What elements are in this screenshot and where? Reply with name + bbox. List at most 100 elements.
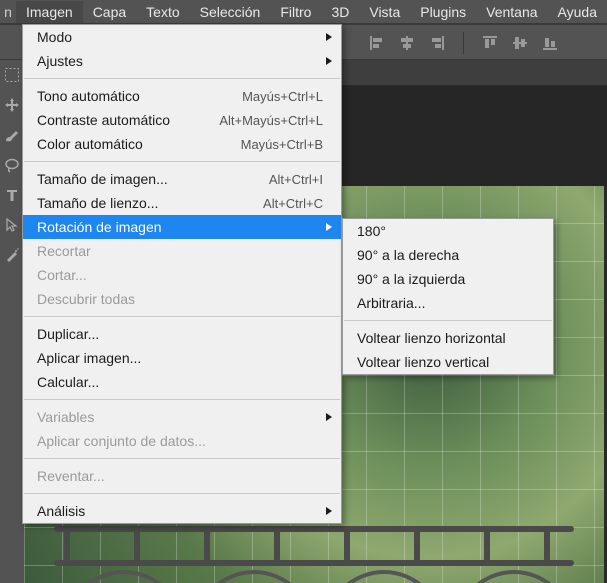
- image-menu-descubrir[interactable]: Descubrir todas: [23, 287, 341, 311]
- rotation-menu-arb[interactable]: Arbitraria...: [343, 291, 553, 315]
- menu-item-label: Cortar...: [37, 267, 323, 283]
- brush-tool-icon[interactable]: [0, 120, 24, 150]
- submenu-arrow-icon: [325, 222, 333, 232]
- lasso-tool-icon[interactable]: [0, 150, 24, 180]
- menu-separator: [24, 78, 340, 79]
- separator: [463, 32, 464, 54]
- menu-item-label: Ajustes: [37, 53, 323, 69]
- marquee-tool-icon[interactable]: [0, 60, 24, 90]
- menu-ventana[interactable]: Ventana: [476, 1, 547, 23]
- menu-item-label: Voltear lienzo vertical: [357, 354, 535, 370]
- image-menu-analisis[interactable]: Análisis: [23, 499, 341, 523]
- submenu-arrow-icon: [325, 32, 333, 42]
- menu-label: Texto: [146, 4, 179, 20]
- image-menu-dropdown: ModoAjustesTono automáticoMayús+Ctrl+LCo…: [22, 24, 342, 524]
- menu-item-label: Calcular...: [37, 374, 323, 390]
- menu-vista[interactable]: Vista: [359, 1, 410, 23]
- menu-item-shortcut: Mayús+Ctrl+B: [241, 137, 323, 152]
- menu-capa[interactable]: Capa: [83, 1, 136, 23]
- menu-label: Vista: [369, 4, 400, 20]
- menu-item-label: Recortar: [37, 243, 323, 259]
- menu-seleccion[interactable]: Selección: [190, 1, 271, 23]
- menu-item-label: Descubrir todas: [37, 291, 323, 307]
- menu-imagen[interactable]: Imagen: [16, 1, 83, 23]
- rotation-submenu: 180° 90° a la derecha 90° a la izquierda Ar…: [342, 218, 554, 375]
- menu-separator: [344, 320, 552, 321]
- menubar-truncated-left: n: [0, 0, 16, 24]
- menu-item-label: Modo: [37, 29, 323, 45]
- image-menu-modo[interactable]: Modo: [23, 25, 341, 49]
- menu-plugins[interactable]: Plugins: [410, 1, 476, 23]
- image-menu-variables[interactable]: Variables: [23, 405, 341, 429]
- menu-separator: [24, 399, 340, 400]
- menu-label: Ventana: [486, 4, 537, 20]
- image-menu-recortar[interactable]: Recortar: [23, 239, 341, 263]
- image-menu-contraste[interactable]: Contraste automáticoAlt+Mayús+Ctrl+L: [23, 108, 341, 132]
- align-bottom-icon[interactable]: [538, 31, 562, 55]
- rotation-menu-flipv[interactable]: Voltear lienzo vertical: [343, 350, 553, 374]
- image-menu-aplicar[interactable]: Aplicar imagen...: [23, 346, 341, 370]
- menubar: n Imagen Capa Texto Selección Filtro 3D …: [0, 0, 607, 24]
- align-middle-v-icon[interactable]: [508, 31, 532, 55]
- image-menu-color[interactable]: Color automáticoMayús+Ctrl+B: [23, 132, 341, 156]
- rotation-menu-180[interactable]: 180°: [343, 219, 553, 243]
- image-menu-rotacion[interactable]: Rotación de imagen: [23, 215, 341, 239]
- image-menu-datos[interactable]: Aplicar conjunto de datos...: [23, 429, 341, 453]
- menu-3d[interactable]: 3D: [321, 1, 359, 23]
- menu-item-label: 90° a la derecha: [357, 247, 535, 263]
- align-right-icon[interactable]: [425, 31, 449, 55]
- submenu-arrow-icon: [325, 506, 333, 516]
- alignment-icons: [365, 31, 562, 55]
- image-menu-duplicar[interactable]: Duplicar...: [23, 322, 341, 346]
- menu-separator: [24, 161, 340, 162]
- image-menu-ajustes[interactable]: Ajustes: [23, 49, 341, 73]
- menu-item-shortcut: Alt+Ctrl+I: [269, 172, 323, 187]
- menu-separator: [24, 493, 340, 494]
- menu-item-label: 90° a la izquierda: [357, 271, 535, 287]
- image-menu-tam_lienzo[interactable]: Tamaño de lienzo...Alt+Ctrl+C: [23, 191, 341, 215]
- menu-item-label: Arbitraria...: [357, 295, 535, 311]
- image-menu-tam_img[interactable]: Tamaño de imagen...Alt+Ctrl+I: [23, 167, 341, 191]
- menu-item-label: Color automático: [37, 136, 241, 152]
- menu-item-label: Duplicar...: [37, 326, 323, 342]
- rotation-menu-90cw[interactable]: 90° a la derecha: [343, 243, 553, 267]
- submenu-arrow-icon: [325, 412, 333, 422]
- menu-item-label: Análisis: [37, 503, 323, 519]
- menu-item-label: Variables: [37, 409, 323, 425]
- menu-ayuda[interactable]: Ayuda: [548, 1, 607, 23]
- menu-item-shortcut: Alt+Mayús+Ctrl+L: [219, 113, 323, 128]
- menu-label: 3D: [331, 4, 349, 20]
- menu-label: Ayuda: [558, 4, 597, 20]
- pointer-tool-icon[interactable]: [0, 210, 24, 240]
- image-menu-reventar[interactable]: Reventar...: [23, 464, 341, 488]
- menu-separator: [24, 316, 340, 317]
- menu-texto[interactable]: Texto: [136, 1, 189, 23]
- align-top-icon[interactable]: [478, 31, 502, 55]
- menu-item-label: 180°: [357, 223, 535, 239]
- menu-item-label: Tamaño de imagen...: [37, 171, 269, 187]
- menu-item-shortcut: Mayús+Ctrl+L: [242, 89, 323, 104]
- menu-separator: [24, 458, 340, 459]
- wand-tool-icon[interactable]: [0, 240, 24, 270]
- menu-filtro[interactable]: Filtro: [270, 1, 321, 23]
- image-menu-calcular[interactable]: Calcular...: [23, 370, 341, 394]
- rotation-menu-90ccw[interactable]: 90° a la izquierda: [343, 267, 553, 291]
- type-tool-icon[interactable]: [0, 180, 24, 210]
- app-root: n Imagen Capa Texto Selección Filtro 3D …: [0, 0, 607, 583]
- menu-item-label: Contraste automático: [37, 112, 219, 128]
- menu-item-shortcut: Alt+Ctrl+C: [263, 196, 323, 211]
- menu-item-label: Voltear lienzo horizontal: [357, 330, 535, 346]
- image-menu-cortar[interactable]: Cortar...: [23, 263, 341, 287]
- menu-label: Capa: [93, 4, 126, 20]
- move-tool-icon[interactable]: [0, 90, 24, 120]
- rotation-menu-fliph[interactable]: Voltear lienzo horizontal: [343, 326, 553, 350]
- align-center-h-icon[interactable]: [395, 31, 419, 55]
- menu-item-label: Reventar...: [37, 468, 323, 484]
- menu-item-label: Tono automático: [37, 88, 242, 104]
- menu-label: Selección: [200, 4, 261, 20]
- menu-item-label: Aplicar conjunto de datos...: [37, 433, 323, 449]
- align-left-icon[interactable]: [365, 31, 389, 55]
- image-menu-tono[interactable]: Tono automáticoMayús+Ctrl+L: [23, 84, 341, 108]
- menu-label: Imagen: [26, 4, 73, 20]
- tools-panel: [0, 60, 24, 583]
